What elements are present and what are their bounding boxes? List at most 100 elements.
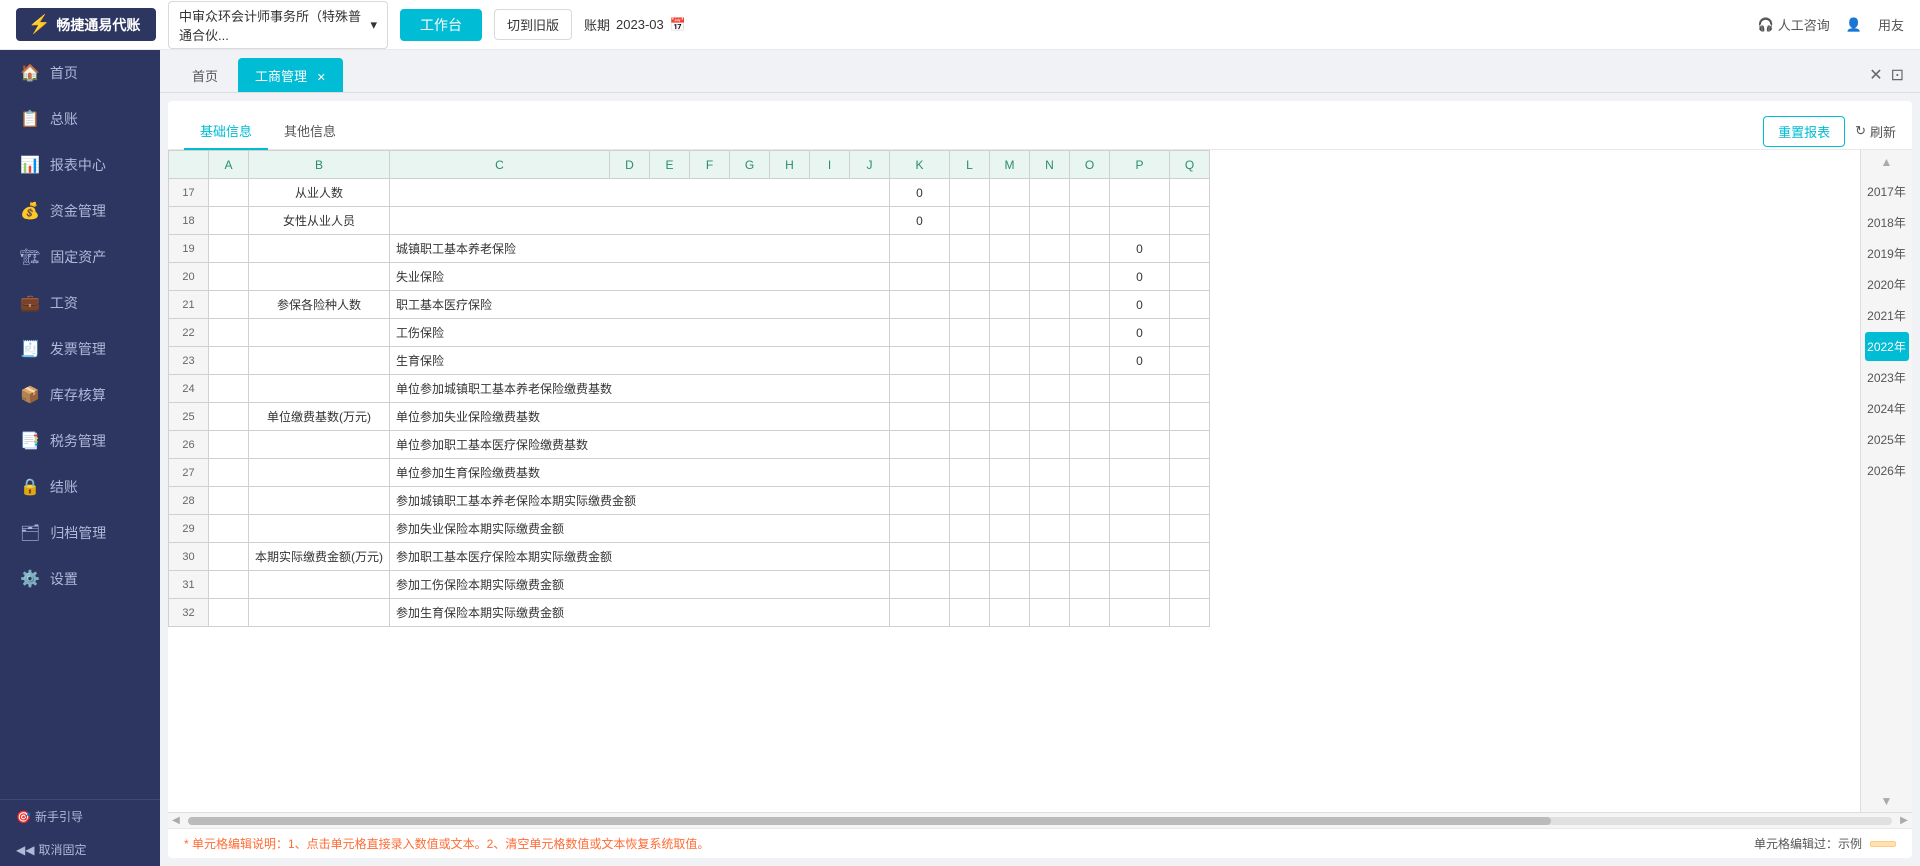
cell-k[interactable] <box>890 543 950 571</box>
cell-b[interactable] <box>249 459 390 487</box>
cell-c[interactable]: 参加工伤保险本期实际缴费金额 <box>390 571 890 599</box>
cell-p[interactable] <box>1110 487 1170 515</box>
sidebar-item-closing[interactable]: 🔒 结账 <box>0 464 160 510</box>
cell-b[interactable]: 从业人数 <box>249 179 390 207</box>
year-item[interactable]: 2024年 <box>1865 394 1909 423</box>
cell-p[interactable] <box>1110 403 1170 431</box>
cell-n[interactable] <box>1030 291 1070 319</box>
sidebar-item-settings[interactable]: ⚙️ 设置 <box>0 556 160 602</box>
cell-l[interactable] <box>950 515 990 543</box>
tab-close-icon[interactable]: ✕ <box>317 72 326 84</box>
cell-b[interactable] <box>249 347 390 375</box>
year-item[interactable]: 2021年 <box>1865 301 1909 330</box>
cell-o[interactable] <box>1070 263 1110 291</box>
cell-b[interactable] <box>249 319 390 347</box>
year-item[interactable]: 2019年 <box>1865 239 1909 268</box>
cell-c[interactable]: 参加城镇职工基本养老保险本期实际缴费金额 <box>390 487 890 515</box>
tab-bizreg[interactable]: 工商管理 ✕ <box>238 58 343 92</box>
year-item[interactable]: 2020年 <box>1865 270 1909 299</box>
cell-p[interactable]: 0 <box>1110 235 1170 263</box>
cell-o[interactable] <box>1070 319 1110 347</box>
cell-k[interactable]: 0 <box>890 179 950 207</box>
cell-k[interactable] <box>890 375 950 403</box>
cell-b[interactable] <box>249 375 390 403</box>
cell-k[interactable] <box>890 515 950 543</box>
cell-l[interactable] <box>950 403 990 431</box>
cell-n[interactable] <box>1030 571 1070 599</box>
cell-a[interactable] <box>209 571 249 599</box>
cell-c[interactable]: 失业保险 <box>390 263 890 291</box>
cell-a[interactable] <box>209 515 249 543</box>
cell-n[interactable] <box>1030 319 1070 347</box>
cell-b[interactable] <box>249 599 390 627</box>
cell-p[interactable]: 0 <box>1110 291 1170 319</box>
sub-tab-other[interactable]: 其他信息 <box>268 113 352 150</box>
cell-m[interactable] <box>990 375 1030 403</box>
sidebar-item-assets[interactable]: 🏗 固定资产 <box>0 234 160 280</box>
cell-a[interactable] <box>209 431 249 459</box>
cell-c[interactable]: 参加职工基本医疗保险本期实际缴费金额 <box>390 543 890 571</box>
cell-o[interactable] <box>1070 403 1110 431</box>
cell-a[interactable] <box>209 263 249 291</box>
cell-c[interactable]: 单位参加生育保险缴费基数 <box>390 459 890 487</box>
cell-a[interactable] <box>209 487 249 515</box>
consulting-button[interactable]: 🎧 人工咨询 <box>1758 15 1830 34</box>
cell-a[interactable] <box>209 291 249 319</box>
cell-q[interactable] <box>1170 487 1210 515</box>
cell-o[interactable] <box>1070 291 1110 319</box>
cell-q[interactable] <box>1170 515 1210 543</box>
cell-p[interactable]: 0 <box>1110 319 1170 347</box>
cell-p[interactable] <box>1110 179 1170 207</box>
cell-n[interactable] <box>1030 515 1070 543</box>
cell-o[interactable] <box>1070 235 1110 263</box>
cell-k[interactable] <box>890 347 950 375</box>
calendar-icon[interactable]: 📅 <box>670 17 686 33</box>
cell-m[interactable] <box>990 543 1030 571</box>
cell-l[interactable] <box>950 347 990 375</box>
cell-o[interactable] <box>1070 571 1110 599</box>
cell-o[interactable] <box>1070 375 1110 403</box>
cell-n[interactable] <box>1030 347 1070 375</box>
cell-n[interactable] <box>1030 487 1070 515</box>
year-item[interactable]: 2023年 <box>1865 363 1909 392</box>
cell-n[interactable] <box>1030 235 1070 263</box>
cell-q[interactable] <box>1170 319 1210 347</box>
cell-a[interactable] <box>209 179 249 207</box>
sidebar-item-inventory[interactable]: 📦 库存核算 <box>0 372 160 418</box>
cell-q[interactable] <box>1170 263 1210 291</box>
cell-p[interactable] <box>1110 599 1170 627</box>
cell-n[interactable] <box>1030 375 1070 403</box>
cell-b[interactable] <box>249 571 390 599</box>
cell-k[interactable] <box>890 319 950 347</box>
cell-o[interactable] <box>1070 347 1110 375</box>
cell-k[interactable] <box>890 431 950 459</box>
cell-k[interactable] <box>890 263 950 291</box>
cell-b[interactable]: 单位缴费基数(万元) <box>249 403 390 431</box>
cell-a[interactable] <box>209 459 249 487</box>
cell-l[interactable] <box>950 375 990 403</box>
year-item[interactable]: 2026年 <box>1865 456 1909 485</box>
cell-a[interactable] <box>209 543 249 571</box>
close-window-button[interactable]: ✕ <box>1869 65 1882 85</box>
cell-n[interactable] <box>1030 179 1070 207</box>
cell-k[interactable] <box>890 235 950 263</box>
cell-k[interactable] <box>890 571 950 599</box>
cell-q[interactable] <box>1170 235 1210 263</box>
year-scroll-down[interactable] <box>1861 789 1912 812</box>
cell-b[interactable]: 本期实际缴费金额(万元) <box>249 543 390 571</box>
sidebar-item-finance[interactable]: 💰 资金管理 <box>0 188 160 234</box>
cell-p[interactable] <box>1110 515 1170 543</box>
cell-b[interactable] <box>249 515 390 543</box>
cell-b[interactable] <box>249 487 390 515</box>
cell-o[interactable] <box>1070 459 1110 487</box>
cell-k[interactable]: 0 <box>890 207 950 235</box>
refresh-button[interactable]: ↻ 刷新 <box>1855 122 1896 141</box>
cell-q[interactable] <box>1170 543 1210 571</box>
cell-q[interactable] <box>1170 179 1210 207</box>
cell-p[interactable]: 0 <box>1110 263 1170 291</box>
cell-m[interactable] <box>990 459 1030 487</box>
cell-p[interactable] <box>1110 207 1170 235</box>
sidebar-item-home[interactable]: 🏠 首页 <box>0 50 160 96</box>
cell-c[interactable]: 参加失业保险本期实际缴费金额 <box>390 515 890 543</box>
h-scroll-left-btn[interactable]: ◀ <box>168 815 184 826</box>
